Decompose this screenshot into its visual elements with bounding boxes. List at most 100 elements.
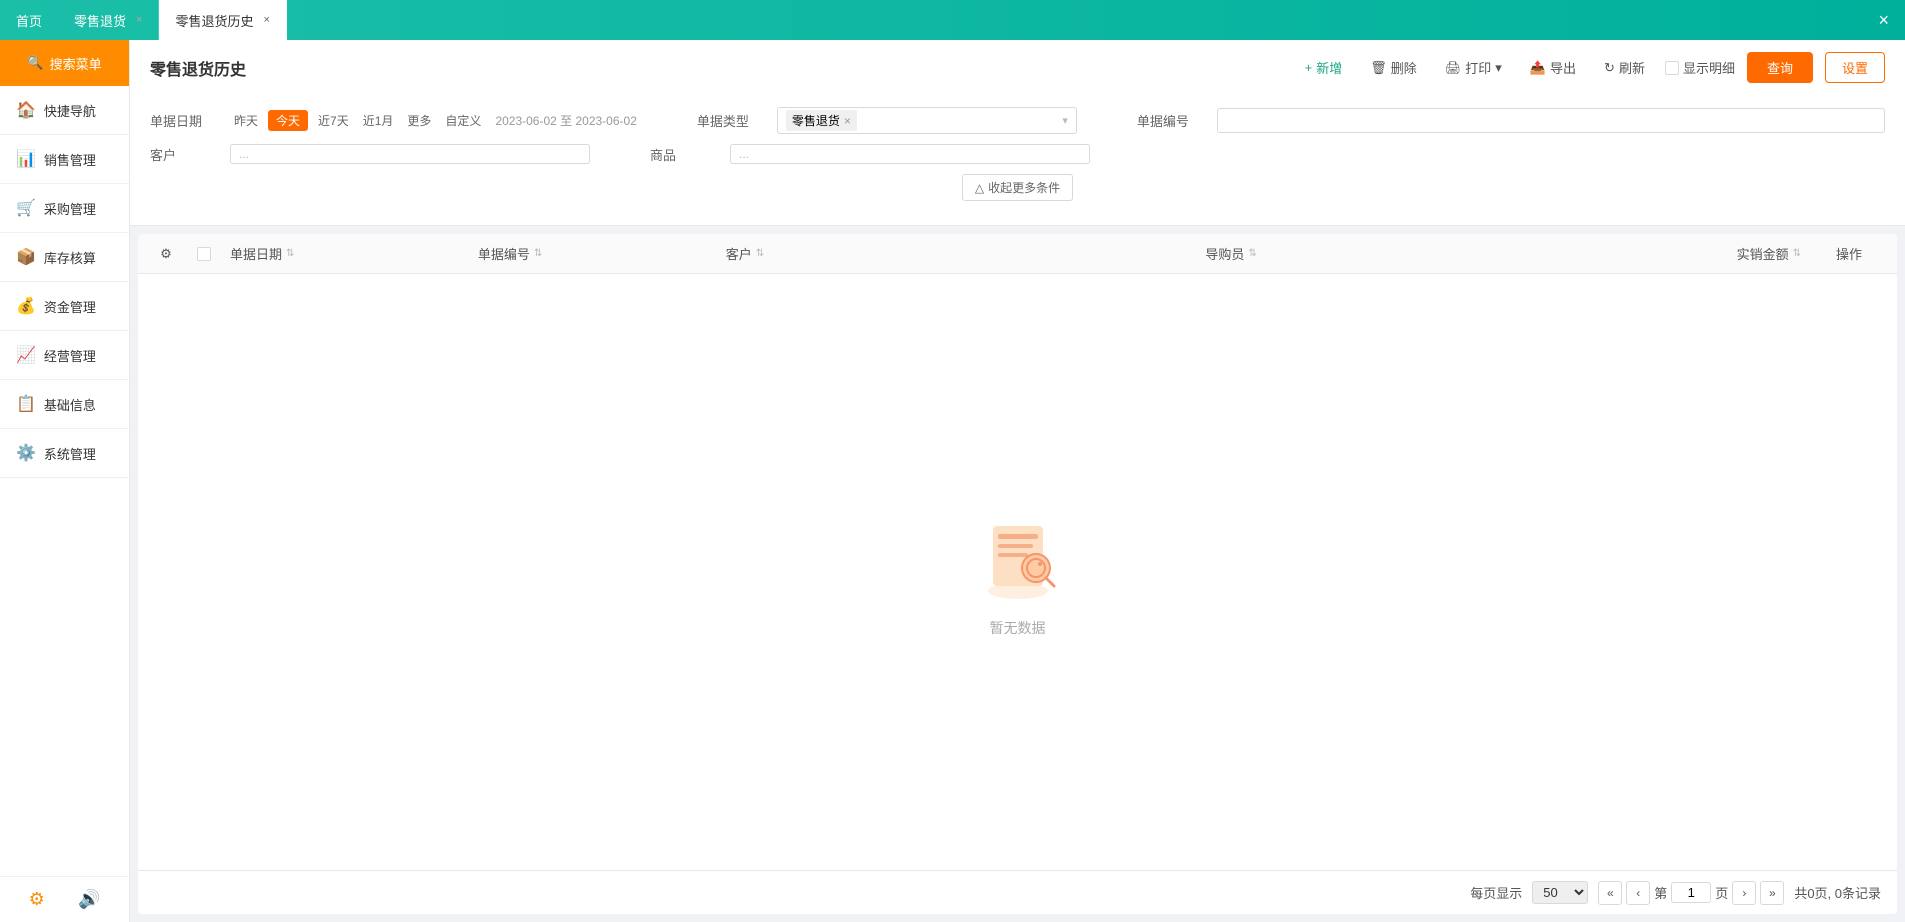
- empty-illustration: [968, 506, 1068, 606]
- last-page-btn[interactable]: »: [1760, 881, 1784, 905]
- page-number-input[interactable]: [1671, 882, 1711, 903]
- next-page-btn[interactable]: ›: [1732, 881, 1756, 905]
- content-area: 零售退货历史 + 新增 🗑 删除 🖨 打印 ▾: [130, 40, 1905, 922]
- sidebar-item-operations-label: 经营管理: [44, 346, 96, 365]
- doc-no-input[interactable]: [1217, 108, 1885, 133]
- tab-retail-return-label: 零售退货: [74, 11, 126, 30]
- delete-button[interactable]: 🗑 删除: [1362, 54, 1425, 81]
- th-settings[interactable]: ⚙: [146, 246, 186, 262]
- date-opt-last7[interactable]: 近7天: [314, 110, 353, 131]
- empty-text: 暂无数据: [990, 618, 1046, 638]
- th-date[interactable]: 单据日期 ⇅: [222, 244, 470, 263]
- system-icon: ⚙️: [16, 443, 36, 463]
- sort-doc-icon: ⇅: [534, 248, 542, 259]
- date-opt-yesterday[interactable]: 昨天: [230, 110, 262, 131]
- th-guide[interactable]: 导购员 ⇅: [1197, 244, 1561, 263]
- operations-icon: 📈: [16, 345, 36, 365]
- export-label: 导出: [1550, 58, 1576, 77]
- page-label: 第: [1654, 883, 1667, 902]
- sidebar-bottom: ⚙ 🔊: [0, 876, 129, 922]
- settings-button[interactable]: 设置: [1825, 52, 1885, 83]
- sidebar-item-inventory-label: 库存核算: [44, 248, 96, 267]
- tab-home[interactable]: 首页: [0, 0, 58, 40]
- tab-retail-return-close[interactable]: ×: [136, 14, 142, 26]
- filter-row-1: 单据日期 昨天 今天 近7天 近1月 更多 自定义 2023-06-02 至 2…: [150, 107, 1885, 134]
- collapse-up-icon: △: [975, 181, 984, 195]
- empty-state: 暂无数据: [138, 274, 1897, 870]
- tab-retail-return-history-close[interactable]: ×: [263, 14, 269, 26]
- first-page-btn[interactable]: «: [1598, 881, 1622, 905]
- th-operation-label: 操作: [1836, 244, 1862, 263]
- date-opt-today[interactable]: 今天: [268, 110, 308, 131]
- page-title-row: 零售退货历史 + 新增 🗑 删除 🖨 打印 ▾: [150, 52, 1885, 83]
- refresh-button[interactable]: ↻ 刷新: [1596, 54, 1653, 81]
- filter-area: 单据日期 昨天 今天 近7天 近1月 更多 自定义 2023-06-02 至 2…: [150, 95, 1885, 225]
- sidebar-search-label: 搜索菜单: [50, 54, 102, 73]
- customer-input[interactable]: ...: [230, 144, 590, 164]
- sidebar-item-basic-info[interactable]: 📋 基础信息: [0, 380, 129, 429]
- table-wrapper: ⚙ 单据日期 ⇅ 单据编号 ⇅ 客户 ⇅ 导购员: [138, 234, 1897, 914]
- inventory-icon: 📦: [16, 247, 36, 267]
- page-size-label: 每页显示: [1470, 883, 1522, 902]
- th-customer[interactable]: 客户 ⇅: [718, 244, 1198, 263]
- settings-bottom-icon[interactable]: ⚙: [29, 889, 45, 910]
- sort-customer-icon: ⇅: [756, 248, 764, 259]
- select-all-checkbox[interactable]: [197, 247, 211, 261]
- doc-type-select[interactable]: 零售退货 × ▾: [777, 107, 1077, 134]
- show-detail-checkbox[interactable]: [1665, 61, 1679, 75]
- basic-info-icon: 📋: [16, 394, 36, 414]
- collapse-button[interactable]: △ 收起更多条件: [962, 174, 1073, 201]
- toolbar: + 新增 🗑 删除 🖨 打印 ▾ 📤 导出: [1297, 52, 1885, 83]
- pagination-footer: 每页显示 50 20 100 200 « ‹ 第 页 › » 共0页, 0条记录: [138, 870, 1897, 914]
- tab-retail-return[interactable]: 零售退货 ×: [58, 0, 159, 40]
- sidebar-item-inventory[interactable]: 📦 库存核算: [0, 233, 129, 282]
- home-icon: 🏠: [16, 100, 36, 120]
- collapse-label: 收起更多条件: [988, 179, 1060, 196]
- tab-retail-return-history[interactable]: 零售退货历史 ×: [159, 0, 286, 40]
- show-detail-checkbox-row[interactable]: 显示明细: [1665, 58, 1735, 77]
- sidebar-item-basic-info-label: 基础信息: [44, 395, 96, 414]
- print-label: 打印: [1465, 58, 1491, 77]
- audio-bottom-icon[interactable]: 🔊: [78, 889, 100, 910]
- goods-input[interactable]: ...: [730, 144, 1090, 164]
- sidebar-item-quick-nav[interactable]: 🏠 快捷导航: [0, 86, 129, 135]
- window-close-icon[interactable]: ×: [1878, 10, 1889, 31]
- th-amount-label: 实销金额: [1737, 244, 1789, 263]
- sidebar-item-finance[interactable]: 💰 资金管理: [0, 282, 129, 331]
- sales-icon: 📊: [16, 149, 36, 169]
- table-header: ⚙ 单据日期 ⇅ 单据编号 ⇅ 客户 ⇅ 导购员: [138, 234, 1897, 274]
- date-opt-last1month[interactable]: 近1月: [359, 110, 398, 131]
- doc-date-label: 单据日期: [150, 111, 210, 130]
- th-check[interactable]: [186, 247, 222, 261]
- th-doc-no[interactable]: 单据编号 ⇅: [470, 244, 718, 263]
- main-layout: 🔍 搜索菜单 🏠 快捷导航 📊 销售管理 🛒 采购管理 📦 库存核算 💰 资金管…: [0, 40, 1905, 922]
- page-unit-label: 页: [1715, 883, 1728, 902]
- export-button[interactable]: 📤 导出: [1522, 54, 1584, 81]
- sidebar-search[interactable]: 🔍 搜索菜单: [0, 40, 129, 86]
- th-amount[interactable]: 实销金额 ⇅: [1561, 244, 1809, 263]
- new-button[interactable]: + 新增: [1297, 54, 1351, 81]
- print-icon: 🖨: [1445, 60, 1462, 76]
- column-settings-icon[interactable]: ⚙: [160, 246, 172, 262]
- search-icon: 🔍: [27, 55, 43, 71]
- tab-home-label: 首页: [16, 11, 42, 30]
- date-opt-more[interactable]: 更多: [403, 110, 435, 131]
- sort-date-icon: ⇅: [286, 248, 294, 259]
- sidebar-item-sales-mgmt[interactable]: 📊 销售管理: [0, 135, 129, 184]
- prev-page-btn[interactable]: ‹: [1626, 881, 1650, 905]
- doc-type-tag-remove[interactable]: ×: [844, 114, 851, 128]
- doc-type-tag: 零售退货 ×: [786, 110, 857, 131]
- page-title: 零售退货历史: [150, 56, 246, 80]
- customer-placeholder: ...: [239, 147, 249, 161]
- sidebar: 🔍 搜索菜单 🏠 快捷导航 📊 销售管理 🛒 采购管理 📦 库存核算 💰 资金管…: [0, 40, 130, 922]
- total-text: 共0页, 0条记录: [1794, 883, 1881, 902]
- print-button[interactable]: 🖨 打印 ▾: [1437, 54, 1510, 81]
- sidebar-item-operations[interactable]: 📈 经营管理: [0, 331, 129, 380]
- page-size-select[interactable]: 50 20 100 200: [1532, 881, 1588, 904]
- top-bar: 首页 零售退货 × 零售退货历史 × ×: [0, 0, 1905, 40]
- sidebar-item-purchase-mgmt[interactable]: 🛒 采购管理: [0, 184, 129, 233]
- date-opt-custom[interactable]: 自定义: [441, 110, 485, 131]
- sidebar-item-system-mgmt[interactable]: ⚙️ 系统管理: [0, 429, 129, 478]
- query-button[interactable]: 查询: [1747, 52, 1813, 83]
- th-guide-label: 导购员: [1205, 244, 1244, 263]
